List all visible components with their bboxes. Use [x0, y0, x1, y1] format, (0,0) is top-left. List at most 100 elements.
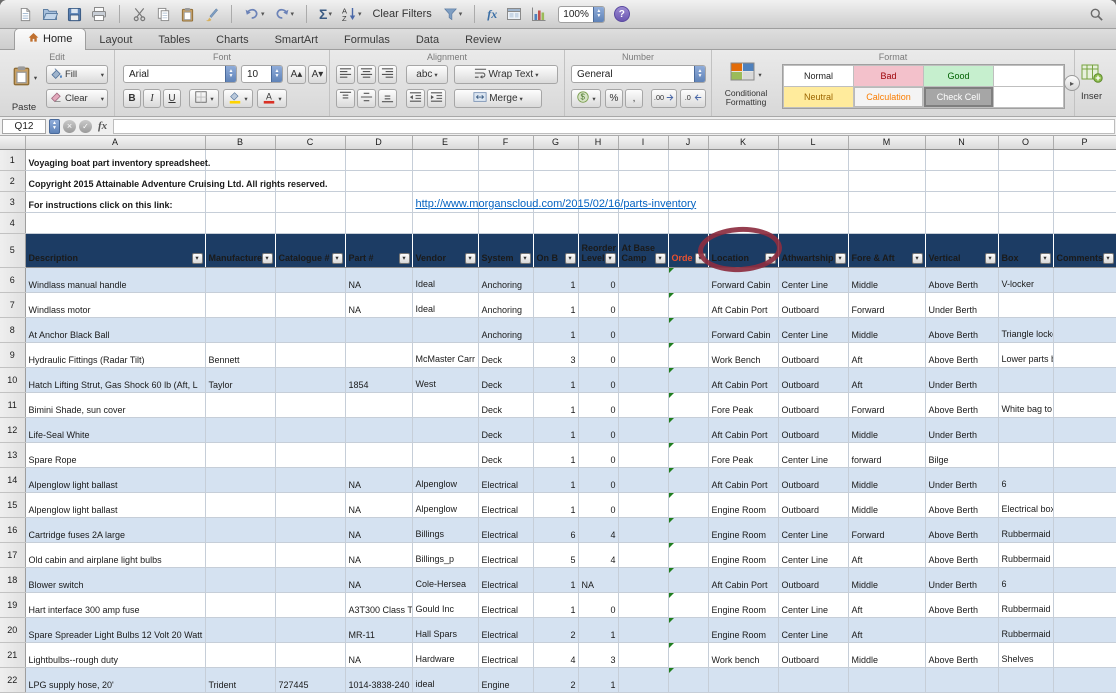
cell[interactable] [778, 191, 849, 213]
cell-O10[interactable] [998, 367, 1054, 393]
cell-K7[interactable]: Aft Cabin Port [708, 292, 779, 318]
cell-M18[interactable]: Middle [848, 567, 926, 593]
cell-F9[interactable]: Deck [478, 342, 534, 368]
style-bad[interactable]: Bad [854, 66, 923, 86]
cell-F8[interactable]: Anchoring [478, 317, 534, 343]
cell-N11[interactable]: Above Berth [925, 392, 999, 418]
cell-M22[interactable] [848, 667, 926, 693]
cell-J7[interactable] [668, 292, 709, 318]
cell[interactable] [708, 212, 779, 234]
filter-header-E[interactable]: Vendor ▾ [412, 233, 479, 268]
cell-O7[interactable] [998, 292, 1054, 318]
cell-P13[interactable] [1053, 442, 1116, 468]
row-header-9[interactable]: 9 [0, 342, 26, 368]
cell-I12[interactable] [618, 417, 669, 443]
filter-dropdown-icon[interactable]: ▾ [519, 252, 531, 264]
cell-P7[interactable] [1053, 292, 1116, 318]
cell-G8[interactable]: 1 [533, 317, 579, 343]
cell-P19[interactable] [1053, 592, 1116, 618]
cell-K16[interactable]: Engine Room [708, 517, 779, 543]
row-header-3[interactable]: 3 [0, 191, 26, 213]
cell-E20[interactable]: Hall Spars [412, 617, 479, 643]
cell-H13[interactable]: 0 [578, 442, 619, 468]
column-header-P[interactable]: P [1053, 136, 1116, 150]
cell-H18[interactable]: NA [578, 567, 619, 593]
cell[interactable] [998, 191, 1054, 213]
cell-J21[interactable] [668, 642, 709, 668]
cell-C13[interactable] [275, 442, 346, 468]
cell-K8[interactable]: Forward Cabin [708, 317, 779, 343]
filter-header-F[interactable]: System ▾ [478, 233, 534, 268]
cell-M15[interactable]: Middle [848, 492, 926, 518]
filter-header-M[interactable]: Fore & Aft ▾ [848, 233, 926, 268]
filter-header-H[interactable]: Reorder Level ▾ [578, 233, 619, 268]
cell[interactable] [478, 149, 534, 171]
row-header-6[interactable]: 6 [0, 267, 26, 293]
cell-B17[interactable] [205, 542, 276, 568]
cell[interactable] [708, 191, 779, 213]
cell-B13[interactable] [205, 442, 276, 468]
cell-D13[interactable] [345, 442, 413, 468]
cell-B7[interactable] [205, 292, 276, 318]
cell[interactable] [412, 170, 479, 192]
cell-N9[interactable]: Above Berth [925, 342, 999, 368]
cell[interactable] [708, 149, 779, 171]
valign-middle-button[interactable] [357, 89, 376, 108]
cell-G17[interactable]: 5 [533, 542, 579, 568]
cell[interactable] [668, 149, 709, 171]
cell-D11[interactable] [345, 392, 413, 418]
cell[interactable] [345, 212, 413, 234]
cell-D6[interactable]: NA [345, 267, 413, 293]
cell[interactable] [25, 212, 206, 234]
redo-icon[interactable]: ▾ [274, 3, 294, 25]
cell[interactable] [205, 212, 276, 234]
cell-H11[interactable]: 0 [578, 392, 619, 418]
cell-D21[interactable]: NA [345, 642, 413, 668]
cell-G7[interactable]: 1 [533, 292, 579, 318]
tab-data[interactable]: Data [403, 31, 452, 49]
cell[interactable] [478, 212, 534, 234]
grow-font-button[interactable]: A▴ [287, 65, 306, 84]
cell-I11[interactable] [618, 392, 669, 418]
cell-P12[interactable] [1053, 417, 1116, 443]
cell-J8[interactable] [668, 317, 709, 343]
cell-J15[interactable] [668, 492, 709, 518]
cell-O9[interactable]: Lower parts bin [998, 342, 1054, 368]
cell-K22[interactable] [708, 667, 779, 693]
cell[interactable] [1053, 191, 1116, 213]
paste-icon[interactable] [180, 3, 195, 25]
cell-J19[interactable] [668, 592, 709, 618]
cell-C8[interactable] [275, 317, 346, 343]
cell-K11[interactable]: Fore Peak [708, 392, 779, 418]
cell[interactable] [345, 149, 413, 171]
cell-E17[interactable]: Billings_p [412, 542, 479, 568]
cell-G21[interactable]: 4 [533, 642, 579, 668]
cell-L13[interactable]: Center Line [778, 442, 849, 468]
filter-header-I[interactable]: At Base Camp ▾ [618, 233, 669, 268]
filter-dropdown-icon[interactable]: ▾ [464, 252, 476, 264]
cell[interactable] [925, 149, 999, 171]
cell-B14[interactable] [205, 467, 276, 493]
cell-N12[interactable]: Under Berth [925, 417, 999, 443]
cell-L15[interactable]: Outboard [778, 492, 849, 518]
number-format-select[interactable]: General ▲ ▼ [571, 65, 706, 83]
cell-D20[interactable]: MR-11 [345, 617, 413, 643]
copy-icon[interactable] [156, 3, 171, 25]
cell-F15[interactable]: Electrical [478, 492, 534, 518]
cell-D16[interactable]: NA [345, 517, 413, 543]
filter-header-A[interactable]: Description ▾ [25, 233, 206, 268]
cell-O22[interactable] [998, 667, 1054, 693]
stepper-icon[interactable]: ▲ ▼ [271, 66, 282, 82]
cell-B21[interactable] [205, 642, 276, 668]
cell-G19[interactable]: 1 [533, 592, 579, 618]
cell-C19[interactable] [275, 592, 346, 618]
chart-icon[interactable] [531, 3, 547, 25]
cell-F20[interactable]: Electrical [478, 617, 534, 643]
save-icon[interactable] [67, 3, 82, 25]
column-header-I[interactable]: I [618, 136, 669, 150]
cell-D15[interactable]: NA [345, 492, 413, 518]
filter-header-P[interactable]: Comments ▾ [1053, 233, 1116, 268]
cell-B22[interactable]: Trident [205, 667, 276, 693]
filter-dropdown-icon[interactable]: ▾ [911, 252, 923, 264]
cell-E9[interactable]: McMaster Carr [412, 342, 479, 368]
